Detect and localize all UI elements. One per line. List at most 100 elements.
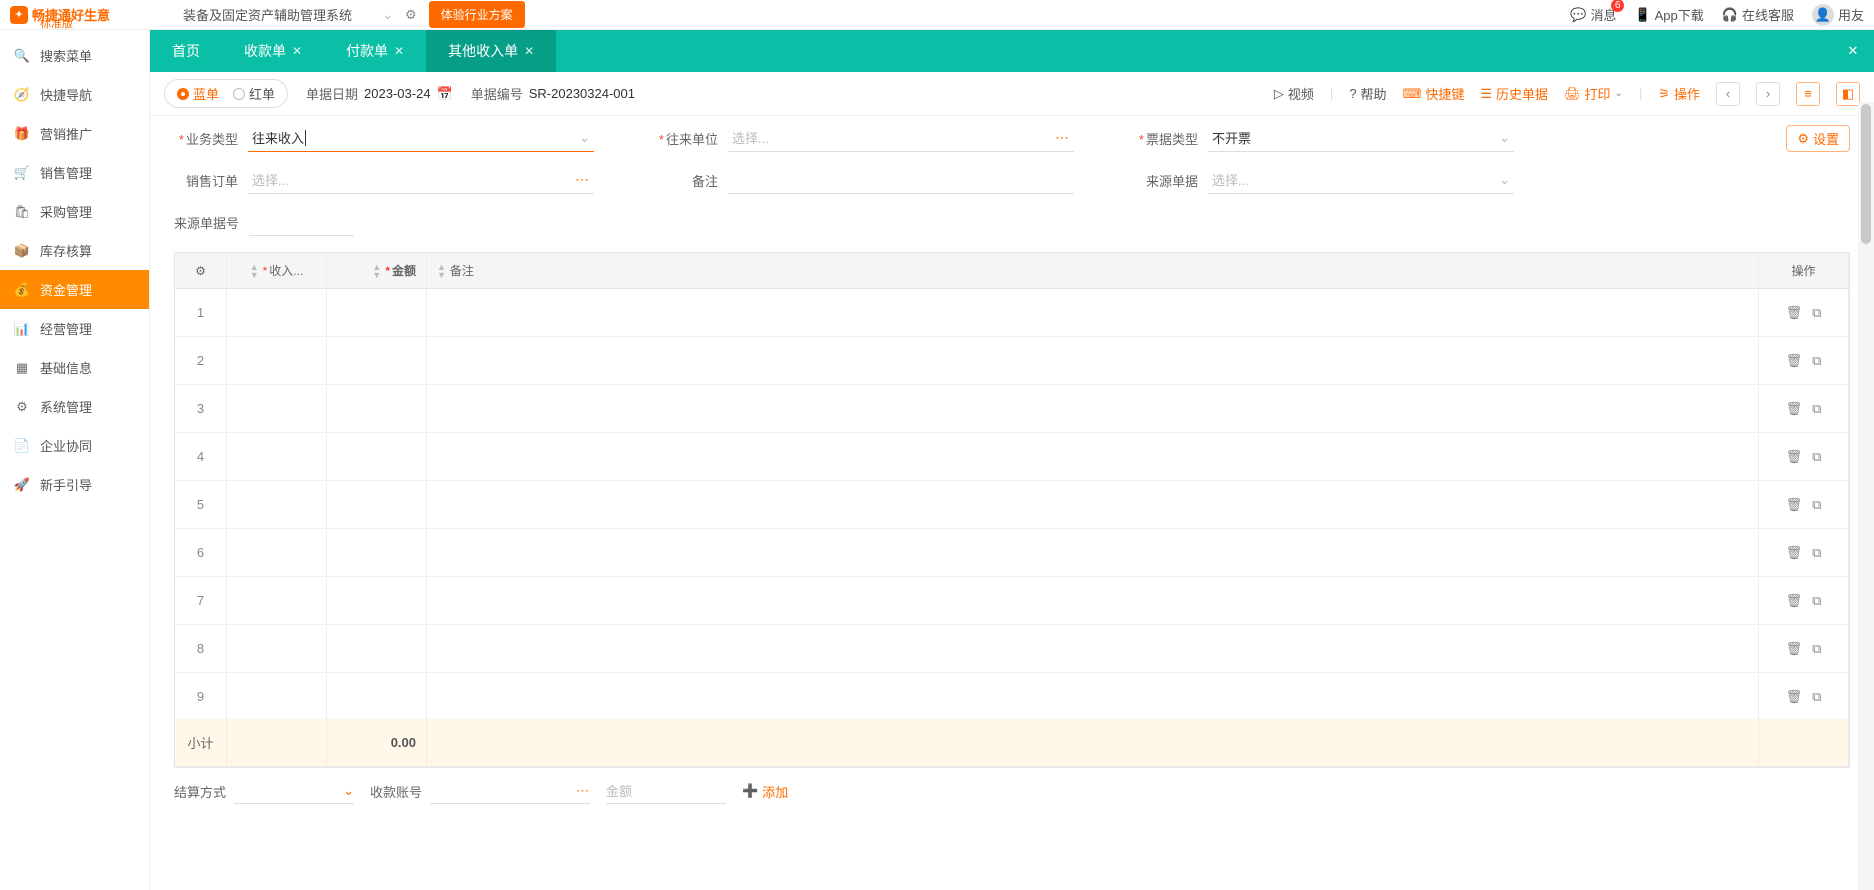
delete-icon[interactable]: 🗑: [1786, 593, 1803, 609]
sidebar-item-8[interactable]: ▦基础信息: [0, 348, 149, 387]
cell-remark[interactable]: [427, 481, 1759, 528]
history-button[interactable]: ☰历史单据: [1480, 84, 1548, 103]
cell-remark[interactable]: [427, 289, 1759, 336]
table-row[interactable]: 7🗑⧉: [175, 577, 1849, 625]
tab-2[interactable]: 付款单✕: [324, 30, 426, 72]
sales-order-field[interactable]: 销售订单 选择...⋯: [174, 166, 594, 194]
operations-button[interactable]: ⚞操作: [1658, 84, 1700, 103]
cell-remark[interactable]: [427, 529, 1759, 576]
settings-icon[interactable]: ⚙: [405, 7, 417, 23]
cell-income[interactable]: [227, 337, 327, 384]
video-help-button[interactable]: ▷视频: [1274, 84, 1314, 103]
support-button[interactable]: 🎧 在线客服: [1722, 5, 1794, 24]
table-row[interactable]: 3🗑⧉: [175, 385, 1849, 433]
sidebar-item-3[interactable]: 🛒销售管理: [0, 153, 149, 192]
panel-toggle-button[interactable]: ◧: [1836, 82, 1860, 106]
cell-income[interactable]: [227, 529, 327, 576]
tab-3[interactable]: 其他收入单✕: [426, 30, 556, 72]
cell-amount[interactable]: [327, 673, 427, 719]
cell-remark[interactable]: [427, 433, 1759, 480]
cell-income[interactable]: [227, 577, 327, 624]
table-row[interactable]: 1🗑⧉: [175, 289, 1849, 337]
tab-0[interactable]: 首页: [150, 30, 222, 72]
sidebar-item-4[interactable]: 🛍采购管理: [0, 192, 149, 231]
table-row[interactable]: 5🗑⧉: [175, 481, 1849, 529]
copy-icon[interactable]: ⧉: [1812, 353, 1821, 369]
cell-amount[interactable]: [327, 433, 427, 480]
add-settlement-button[interactable]: ➕添加: [742, 782, 788, 801]
sidebar-item-7[interactable]: 📊经营管理: [0, 309, 149, 348]
print-button[interactable]: 🖨打印⌄: [1564, 84, 1623, 103]
col-income[interactable]: ▲▼*收入...: [227, 253, 327, 288]
more-icon[interactable]: ⋯: [576, 783, 590, 799]
remark-field[interactable]: 备注: [654, 166, 1074, 194]
invoice-type-field[interactable]: *票据类型 不开票⌄: [1134, 124, 1514, 152]
cell-remark[interactable]: [427, 673, 1759, 719]
next-doc-button[interactable]: ›: [1756, 82, 1780, 106]
grid-config-button[interactable]: ⚙: [175, 253, 227, 288]
sidebar-item-0[interactable]: 🔍搜索菜单: [0, 36, 149, 75]
settle-method-field[interactable]: 结算方式 ⌄: [174, 778, 354, 804]
close-icon[interactable]: ✕: [394, 44, 404, 58]
delete-icon[interactable]: 🗑: [1786, 353, 1803, 369]
cell-amount[interactable]: [327, 481, 427, 528]
system-selector[interactable]: 装备及固定资产辅助管理系统 ⌄: [183, 5, 393, 24]
scrollbar-thumb[interactable]: [1861, 104, 1871, 244]
more-icon[interactable]: ⋯: [1055, 129, 1070, 146]
cell-remark[interactable]: [427, 625, 1759, 672]
delete-icon[interactable]: 🗑: [1786, 401, 1803, 417]
doc-date-field[interactable]: 单据日期 2023-03-24 📅: [306, 84, 453, 103]
calendar-icon[interactable]: 📅: [437, 86, 453, 102]
cell-remark[interactable]: [427, 577, 1759, 624]
app-download-button[interactable]: 📱 App下载: [1634, 5, 1703, 24]
cell-remark[interactable]: [427, 385, 1759, 432]
delete-icon[interactable]: 🗑: [1786, 449, 1803, 465]
business-type-field[interactable]: *业务类型 往来收入⌄: [174, 124, 594, 152]
table-row[interactable]: 8🗑⧉: [175, 625, 1849, 673]
sidebar-item-1[interactable]: 🧭快捷导航: [0, 75, 149, 114]
cell-amount[interactable]: [327, 529, 427, 576]
cell-amount[interactable]: [327, 625, 427, 672]
help-button[interactable]: ?帮助: [1349, 84, 1386, 103]
shortcut-button[interactable]: ⌨快捷键: [1403, 84, 1465, 103]
table-row[interactable]: 6🗑⧉: [175, 529, 1849, 577]
layout-toggle-button[interactable]: ≡: [1796, 82, 1820, 106]
sidebar-item-10[interactable]: 📄企业协同: [0, 426, 149, 465]
delete-icon[interactable]: 🗑: [1786, 641, 1803, 657]
sidebar-item-11[interactable]: 🚀新手引导: [0, 465, 149, 504]
blue-sheet-radio[interactable]: 蓝单: [177, 84, 219, 103]
table-row[interactable]: 2🗑⧉: [175, 337, 1849, 385]
form-settings-button[interactable]: ⚙设置: [1786, 125, 1850, 152]
cell-income[interactable]: [227, 385, 327, 432]
cell-amount[interactable]: [327, 385, 427, 432]
more-icon[interactable]: ⋯: [575, 171, 590, 188]
table-row[interactable]: 4🗑⧉: [175, 433, 1849, 481]
sidebar-item-6[interactable]: 💰资金管理: [0, 270, 149, 309]
cell-income[interactable]: [227, 289, 327, 336]
copy-icon[interactable]: ⧉: [1812, 449, 1821, 465]
cell-income[interactable]: [227, 673, 327, 719]
red-sheet-radio[interactable]: 红单: [233, 84, 275, 103]
copy-icon[interactable]: ⧉: [1812, 593, 1821, 609]
vertical-scrollbar[interactable]: [1858, 102, 1874, 890]
cell-amount[interactable]: [327, 289, 427, 336]
cell-income[interactable]: [227, 625, 327, 672]
copy-icon[interactable]: ⧉: [1812, 305, 1821, 321]
copy-icon[interactable]: ⧉: [1812, 401, 1821, 417]
tab-1[interactable]: 收款单✕: [222, 30, 324, 72]
user-menu[interactable]: 👤 用友: [1812, 4, 1864, 26]
copy-icon[interactable]: ⧉: [1812, 641, 1821, 657]
messages-button[interactable]: 💬 消息 6: [1570, 5, 1616, 24]
copy-icon[interactable]: ⧉: [1812, 497, 1821, 513]
party-field[interactable]: *往来单位 选择...⋯: [654, 124, 1074, 152]
table-row[interactable]: 9🗑⧉: [175, 673, 1849, 719]
source-doc-no-field[interactable]: 来源单据号: [174, 208, 354, 236]
delete-icon[interactable]: 🗑: [1786, 689, 1803, 705]
delete-icon[interactable]: 🗑: [1786, 545, 1803, 561]
source-doc-field[interactable]: 来源单据 选择...⌄: [1134, 166, 1514, 194]
cell-income[interactable]: [227, 481, 327, 528]
close-icon[interactable]: ✕: [524, 44, 534, 58]
delete-icon[interactable]: 🗑: [1786, 305, 1803, 321]
sidebar-item-5[interactable]: 📦库存核算: [0, 231, 149, 270]
sidebar-item-2[interactable]: 🎁营销推广: [0, 114, 149, 153]
